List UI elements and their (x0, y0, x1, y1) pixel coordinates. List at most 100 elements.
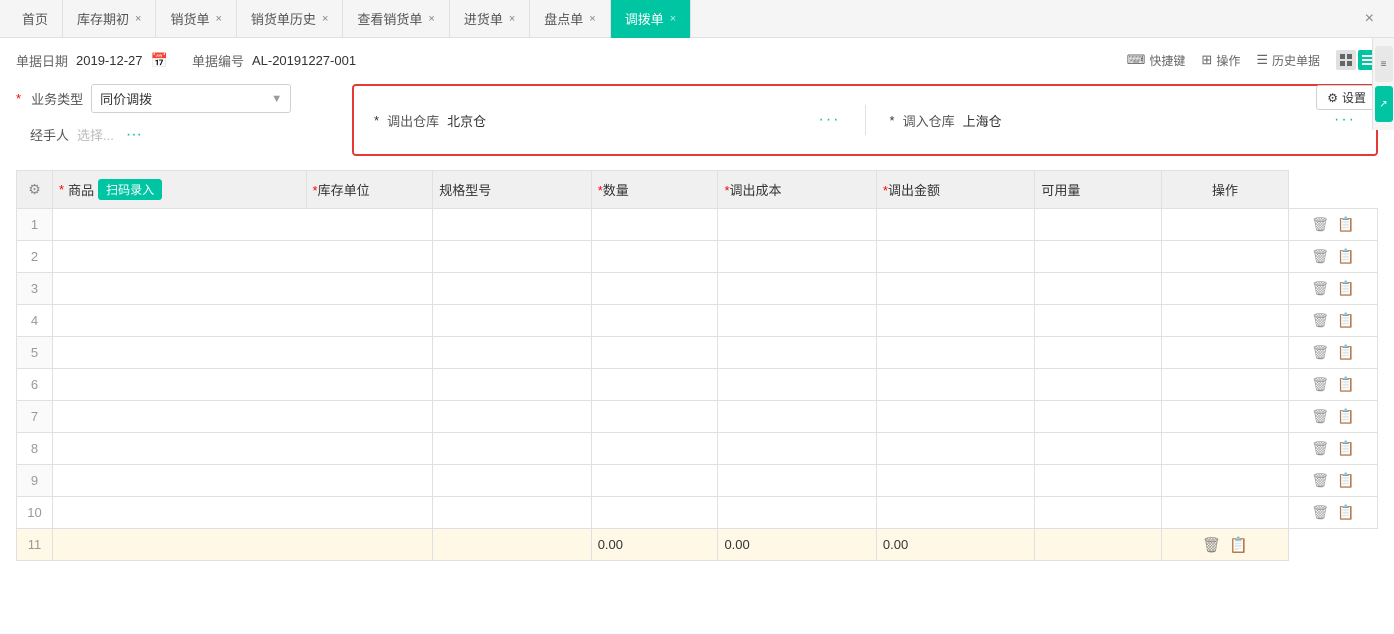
settings-gear-btn[interactable]: ⚙ 设置 (1316, 85, 1377, 110)
copy-icon[interactable]: 📋 (1337, 280, 1354, 297)
row-spec[interactable] (591, 369, 718, 401)
row-transfer-amount[interactable] (1035, 209, 1162, 241)
row-unit[interactable] (433, 401, 591, 433)
tab-inventory-init[interactable]: 库存期初 × (63, 0, 156, 38)
row-unit[interactable] (433, 305, 591, 337)
handler-input[interactable]: 选择... (77, 125, 114, 144)
copy-icon[interactable]: 📋 (1337, 472, 1354, 489)
row-spec[interactable] (591, 209, 718, 241)
tab-view-sales[interactable]: 查看销货单 × (343, 0, 449, 38)
row-transfer-amount[interactable] (1035, 241, 1162, 273)
copy-icon[interactable]: 📋 (1337, 312, 1354, 329)
copy-icon[interactable]: 📋 (1337, 376, 1354, 393)
row-transfer-cost[interactable] (876, 241, 1034, 273)
right-panel-list-btn[interactable]: ≡ (1375, 46, 1393, 82)
row-unit[interactable] (433, 209, 591, 241)
copy-icon[interactable]: 📋 (1337, 408, 1354, 425)
row-goods[interactable] (53, 465, 433, 497)
row-spec[interactable] (591, 465, 718, 497)
row-qty[interactable] (718, 305, 876, 337)
calendar-icon[interactable]: 📅 (151, 52, 168, 69)
row-transfer-amount[interactable] (1035, 497, 1162, 529)
tab-sales-order[interactable]: 销货单 × (156, 0, 236, 38)
row-spec[interactable] (591, 241, 718, 273)
tab-inventory-count[interactable]: 盘点单 × (530, 0, 610, 38)
row-qty[interactable] (718, 401, 876, 433)
row-spec[interactable] (591, 337, 718, 369)
row-goods[interactable] (53, 241, 433, 273)
row-unit[interactable] (433, 337, 591, 369)
tab-close-inventory-count[interactable]: × (589, 13, 595, 25)
row-transfer-cost[interactable] (876, 273, 1034, 305)
row-transfer-amount[interactable] (1035, 465, 1162, 497)
operations-tool[interactable]: ⊞ 操作 (1201, 52, 1240, 69)
row-qty[interactable] (718, 497, 876, 529)
delete-icon[interactable]: 🗑 (1311, 312, 1329, 329)
tab-close-inventory-init[interactable]: × (135, 13, 141, 25)
warehouse-out-more-icon[interactable]: ··· (819, 111, 841, 129)
tab-close-sales-history[interactable]: × (322, 13, 328, 25)
copy-icon[interactable]: 📋 (1337, 504, 1354, 521)
row-transfer-amount[interactable] (1035, 433, 1162, 465)
copy-icon[interactable]: 📋 (1337, 440, 1354, 457)
row-transfer-cost[interactable] (876, 401, 1034, 433)
row-transfer-cost[interactable] (876, 465, 1034, 497)
row-transfer-cost[interactable] (876, 497, 1034, 529)
delete-icon[interactable]: 🗑 (1311, 472, 1329, 489)
history-tool[interactable]: ☰ 历史单据 (1256, 52, 1320, 69)
copy-icon[interactable]: 📋 (1337, 344, 1354, 361)
row-qty[interactable] (718, 465, 876, 497)
row-goods[interactable] (53, 273, 433, 305)
row-transfer-amount[interactable] (1035, 369, 1162, 401)
copy-icon[interactable]: 📋 (1337, 216, 1354, 233)
right-panel-expand-btn[interactable]: ↗ (1375, 86, 1393, 122)
row-unit[interactable] (433, 369, 591, 401)
delete-icon[interactable]: 🗑 (1311, 504, 1329, 521)
row-unit[interactable] (433, 497, 591, 529)
delete-icon[interactable]: 🗑 (1311, 440, 1329, 457)
tab-transfer[interactable]: 调拨单 × (611, 0, 691, 38)
row-qty[interactable] (718, 209, 876, 241)
row-transfer-amount[interactable] (1035, 305, 1162, 337)
row-qty[interactable] (718, 433, 876, 465)
row-unit[interactable] (433, 465, 591, 497)
row-goods[interactable] (53, 401, 433, 433)
delete-icon[interactable]: 🗑 (1311, 216, 1329, 233)
row-transfer-cost[interactable] (876, 305, 1034, 337)
delete-icon[interactable]: 🗑 (1311, 376, 1329, 393)
delete-icon[interactable]: 🗑 (1311, 408, 1329, 425)
tab-close-sales-order[interactable]: × (215, 13, 221, 25)
row-spec[interactable] (591, 433, 718, 465)
row-transfer-cost[interactable] (876, 433, 1034, 465)
row-transfer-cost[interactable] (876, 209, 1034, 241)
row-transfer-amount[interactable] (1035, 273, 1162, 305)
tab-home[interactable]: 首页 (8, 0, 63, 38)
row-transfer-amount[interactable] (1035, 401, 1162, 433)
delete-icon[interactable]: 🗑 (1311, 280, 1329, 297)
handler-more-icon[interactable]: ··· (126, 126, 142, 144)
shortcuts-tool[interactable]: ⌨ 快捷键 (1127, 52, 1186, 69)
scan-button[interactable]: 扫码录入 (98, 179, 162, 200)
row-transfer-cost[interactable] (876, 369, 1034, 401)
delete-icon[interactable]: 🗑 (1202, 536, 1221, 554)
row-transfer-cost[interactable] (876, 337, 1034, 369)
row-qty[interactable] (718, 337, 876, 369)
layout-btn-1[interactable] (1336, 50, 1356, 70)
tab-close-transfer[interactable]: × (670, 13, 676, 25)
tab-close-purchase-order[interactable]: × (509, 13, 515, 25)
warehouse-in-more-icon[interactable]: ··· (1334, 111, 1356, 129)
tab-purchase-order[interactable]: 进货单 × (450, 0, 530, 38)
row-goods[interactable] (53, 369, 433, 401)
row-qty[interactable] (718, 273, 876, 305)
row-goods[interactable] (53, 305, 433, 337)
row-qty[interactable] (718, 241, 876, 273)
row-goods[interactable] (53, 497, 433, 529)
copy-icon[interactable]: 📋 (1229, 536, 1248, 554)
row-spec[interactable] (591, 273, 718, 305)
row-spec[interactable] (591, 497, 718, 529)
row-spec[interactable] (591, 401, 718, 433)
tab-sales-history[interactable]: 销货单历史 × (237, 0, 343, 38)
row-goods[interactable] (53, 337, 433, 369)
row-goods[interactable] (53, 433, 433, 465)
row-unit[interactable] (433, 241, 591, 273)
